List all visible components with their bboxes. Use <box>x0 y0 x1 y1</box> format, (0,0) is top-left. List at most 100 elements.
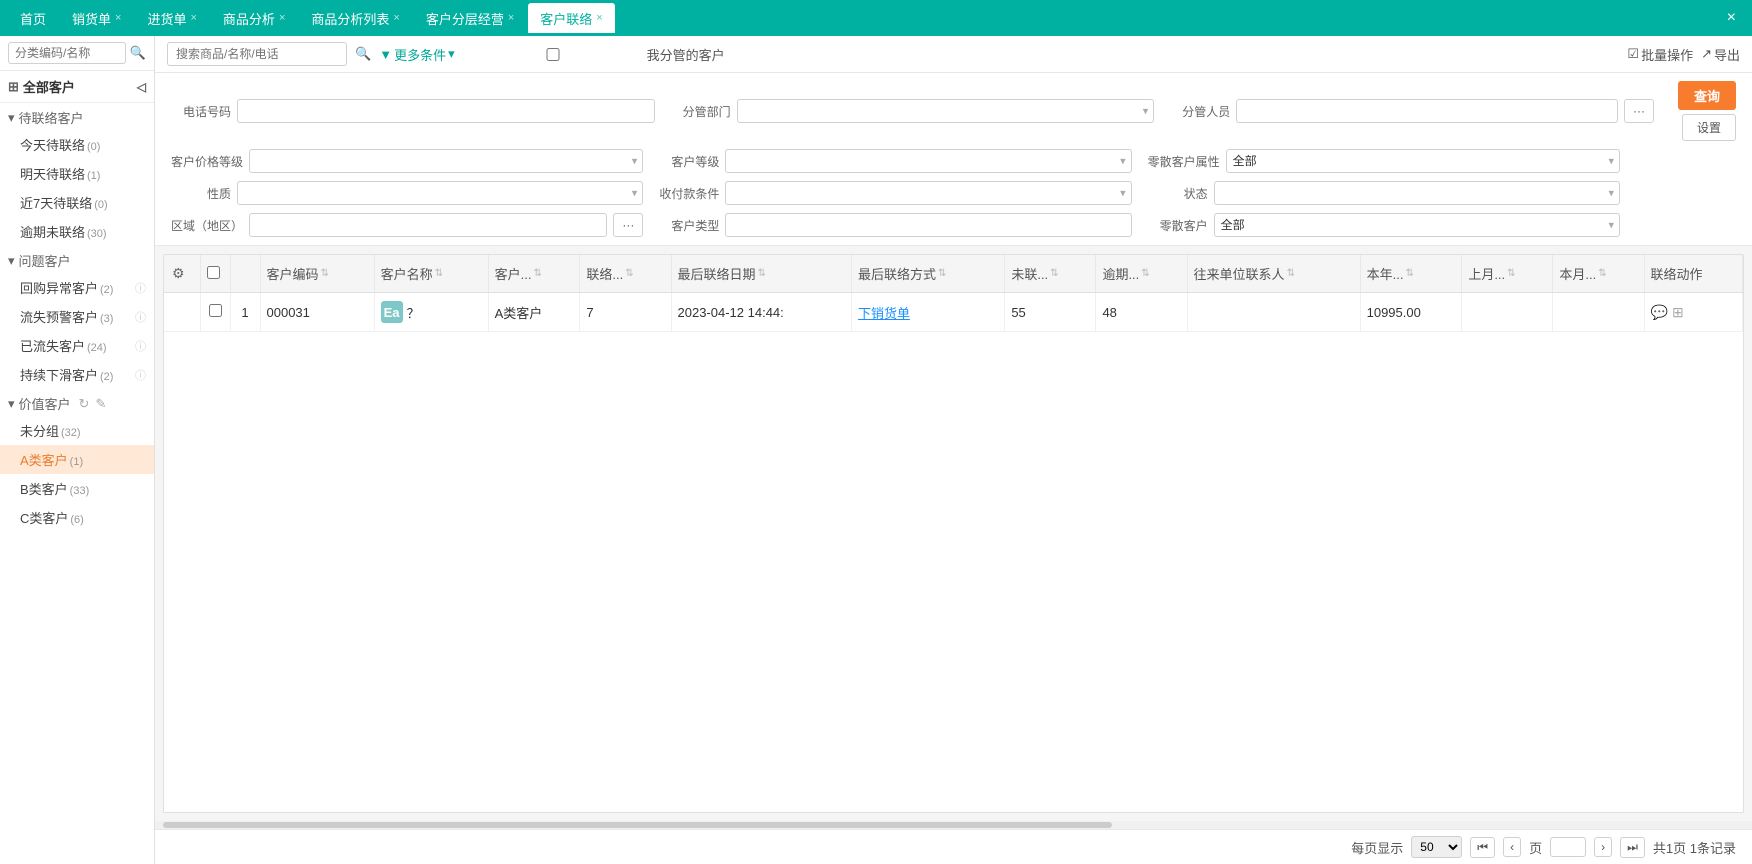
last-method-link[interactable]: 下销货单 <box>858 306 910 321</box>
filter-price-level: 客户价格等级 <box>171 149 643 173</box>
filter-dept-select[interactable] <box>737 99 1155 123</box>
td-this-year: 10995.00 <box>1360 293 1462 332</box>
sidebar-item-class-b[interactable]: B类客户(33) <box>0 474 154 503</box>
export-button[interactable]: ↗ 导出 <box>1701 45 1740 64</box>
row-checkbox[interactable] <box>209 304 222 317</box>
next-page-button[interactable]: › <box>1594 837 1612 857</box>
th-this-year: 本年... ⇅ <box>1360 255 1462 293</box>
filter-customer-level-select[interactable] <box>725 149 1131 173</box>
mine-filter-checkbox[interactable] <box>463 48 643 61</box>
filter-retail-select[interactable]: 全部 <box>1214 213 1620 237</box>
th-code: 客户编码 ⇅ <box>260 255 374 293</box>
sort-icon-no-contact[interactable]: ⇅ <box>1050 268 1058 279</box>
sidebar-item-class-a[interactable]: A类客户(1) <box>0 445 154 474</box>
tab-sales-close[interactable]: × <box>115 12 121 24</box>
filter-region-input[interactable] <box>249 213 607 237</box>
filter-person-input[interactable] <box>1236 99 1618 123</box>
tab-product-list-close[interactable]: × <box>393 12 399 24</box>
sort-icon-last-method[interactable]: ⇅ <box>938 268 946 279</box>
query-button[interactable]: 查询 <box>1678 81 1736 110</box>
filter-status-label: 状态 <box>1148 185 1208 202</box>
tab-purchase[interactable]: 进货单 × <box>135 3 208 33</box>
customer-avatar: Ea <box>381 301 403 323</box>
page-number-input[interactable]: 1 <box>1550 837 1586 857</box>
horizontal-scrollbar[interactable] <box>155 821 1752 829</box>
chat-action-icon[interactable]: 💬 <box>1651 304 1668 321</box>
mine-filter-checkbox-label[interactable]: 我分管的客户 <box>463 45 725 64</box>
prev-page-button[interactable]: ‹ <box>1503 837 1521 857</box>
sidebar-item-ungrouped[interactable]: 未分组(32) <box>0 416 154 445</box>
sidebar-search-input[interactable] <box>8 42 126 64</box>
customer-table: ⚙ 客户编码 ⇅ <box>164 255 1743 332</box>
sidebar-item-churn-warning[interactable]: 流失预警客户(3) ⓘ <box>0 302 154 331</box>
first-page-button[interactable]: ⏮ <box>1470 837 1495 858</box>
sort-icon-name[interactable]: ⇅ <box>435 268 443 279</box>
filter-payment-select[interactable] <box>725 181 1131 205</box>
sidebar-item-7days-pending[interactable]: 近7天待联络(0) <box>0 188 154 217</box>
td-index: 1 <box>230 293 260 332</box>
tab-customer-contact[interactable]: 客户联络 × <box>528 3 614 33</box>
search-input[interactable] <box>167 42 347 66</box>
sort-icon-last-date[interactable]: ⇅ <box>758 268 766 279</box>
tab-product-analysis[interactable]: 商品分析 × <box>211 3 297 33</box>
sort-icon-category[interactable]: ⇅ <box>533 268 541 279</box>
filter-customer-type-label: 客户类型 <box>659 217 719 234</box>
tab-home[interactable]: 首页 <box>8 3 58 33</box>
info-icon-1: ⓘ <box>135 280 146 296</box>
filter-status-select[interactable] <box>1214 181 1620 205</box>
value-group-refresh-icon[interactable]: ↻ <box>79 396 90 412</box>
sidebar-item-churned[interactable]: 已流失客户(24) ⓘ <box>0 331 154 360</box>
scroll-thumb[interactable] <box>163 822 1112 828</box>
batch-operation-button[interactable]: ☑ 批量操作 <box>1627 45 1693 64</box>
filter-customer-type-input[interactable] <box>725 213 1131 237</box>
filter-status: 状态 <box>1148 181 1620 205</box>
tab-product-analysis-close[interactable]: × <box>279 12 285 24</box>
qr-action-icon[interactable]: ⊞ <box>1672 304 1684 321</box>
value-group-edit-icon[interactable]: ✎ <box>95 396 106 412</box>
setting-button[interactable]: 设置 <box>1682 114 1736 141</box>
filter-retail-attr-select[interactable]: 全部 <box>1226 149 1620 173</box>
close-all-tabs-button[interactable]: × <box>1719 9 1744 27</box>
filter-nature-select[interactable] <box>237 181 643 205</box>
sidebar-item-overdue-contact[interactable]: 逾期未联络(30) <box>0 217 154 246</box>
tab-customer-contact-close[interactable]: × <box>596 12 602 24</box>
per-page-select[interactable]: 50 100 200 <box>1411 836 1462 858</box>
filter-search-icon[interactable]: 🔍 <box>355 46 371 62</box>
sidebar-group-pending[interactable]: ▾ 待联络客户 <box>0 103 154 130</box>
tab-sales[interactable]: 销货单 × <box>60 3 133 33</box>
sidebar-group-value[interactable]: ▾ 价值客户 ↻ ✎ <box>0 389 154 416</box>
select-all-checkbox[interactable] <box>207 266 220 279</box>
filter-person-dots-btn[interactable]: ··· <box>1624 99 1654 123</box>
filter-price-level-select[interactable] <box>249 149 643 173</box>
sidebar-group-problem[interactable]: ▾ 问题客户 <box>0 246 154 273</box>
export-icon: ↗ <box>1701 46 1712 62</box>
last-page-button[interactable]: ⏭ <box>1620 837 1645 858</box>
sort-icon-this-year[interactable]: ⇅ <box>1405 268 1413 279</box>
tab-purchase-close[interactable]: × <box>190 12 196 24</box>
sidebar-search-icon[interactable]: 🔍 <box>130 45 146 61</box>
td-gear <box>164 293 200 332</box>
th-name: 客户名称 ⇅ <box>374 255 488 293</box>
sidebar-item-declining[interactable]: 持续下滑客户(2) ⓘ <box>0 360 154 389</box>
sort-icon-overdue[interactable]: ⇅ <box>1141 268 1149 279</box>
sort-icon-contact[interactable]: ⇅ <box>625 268 633 279</box>
sort-icon-code[interactable]: ⇅ <box>321 268 329 279</box>
sidebar-item-class-c[interactable]: C类客户(6) <box>0 503 154 532</box>
tab-customer-segment-close[interactable]: × <box>508 12 514 24</box>
sidebar-item-repurchase-abnormal[interactable]: 回购异常客户(2) ⓘ <box>0 273 154 302</box>
sort-icon-last-month[interactable]: ⇅ <box>1507 268 1515 279</box>
column-settings-button[interactable]: ⚙ <box>170 263 187 284</box>
sort-icon-this-month[interactable]: ⇅ <box>1598 268 1606 279</box>
tab-customer-segment[interactable]: 客户分层经营 × <box>414 3 526 33</box>
filter-phone-input[interactable] <box>237 99 655 123</box>
sidebar-collapse-icon[interactable]: ◁ <box>137 80 146 94</box>
td-visit-contact <box>1187 293 1360 332</box>
filter-more-button[interactable]: ▼ 更多条件 ▾ <box>379 45 454 64</box>
th-this-month: 本月... ⇅ <box>1553 255 1644 293</box>
content-area: 🔍 ▼ 更多条件 ▾ 我分管的客户 ☑ 批量操作 ↗ 导出 <box>155 36 1752 864</box>
filter-region-dots-btn[interactable]: ··· <box>613 213 643 237</box>
sort-icon-visit-contact[interactable]: ⇅ <box>1287 268 1295 279</box>
sidebar-item-tomorrow-pending[interactable]: 明天待联络(1) <box>0 159 154 188</box>
sidebar-item-today-pending[interactable]: 今天待联络(0) <box>0 130 154 159</box>
tab-product-list[interactable]: 商品分析列表 × <box>299 3 411 33</box>
